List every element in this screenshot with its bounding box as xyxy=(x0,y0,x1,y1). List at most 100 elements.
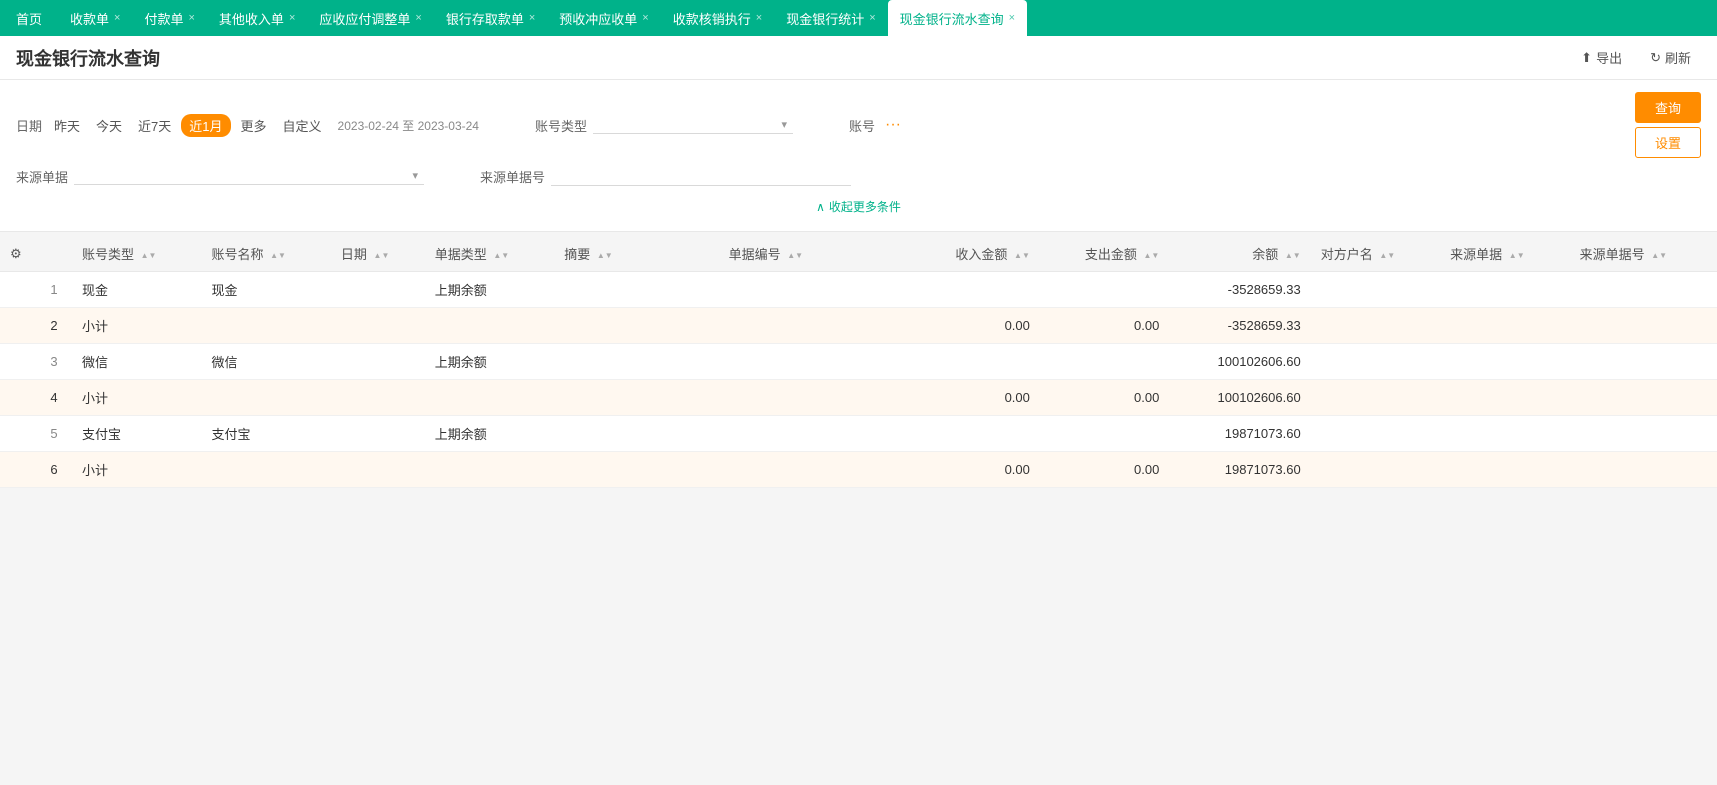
account-label: 账号 xyxy=(849,116,875,135)
source-doc-no-cell xyxy=(1570,416,1717,452)
close-icon-0[interactable]: × xyxy=(114,12,120,24)
close-icon-7[interactable]: × xyxy=(869,12,875,24)
date-today[interactable]: 今天 xyxy=(90,114,128,137)
refresh-icon: ↻ xyxy=(1650,50,1661,66)
table-row[interactable]: 6小计0.000.0019871073.60 xyxy=(0,452,1717,488)
income-cell xyxy=(910,272,1039,308)
th-gear: ⚙ xyxy=(0,236,36,272)
table-row[interactable]: 4小计0.000.00100102606.60 xyxy=(0,380,1717,416)
date-7days[interactable]: 近7天 xyxy=(132,114,177,137)
no-cell: 5 xyxy=(36,416,72,452)
table-row[interactable]: 1现金现金上期余额-3528659.33 xyxy=(0,272,1717,308)
source-doc-no-cell xyxy=(1570,272,1717,308)
close-icon-4[interactable]: × xyxy=(529,12,535,24)
filter-row-2: 来源单据 ▾ 来源单据号 xyxy=(16,166,1701,186)
date-cell xyxy=(331,380,425,416)
refresh-button[interactable]: ↻ 刷新 xyxy=(1640,44,1701,71)
nav-tab-0[interactable]: 收款单 × xyxy=(58,0,132,36)
chevron-down-icon-2: ▾ xyxy=(412,169,418,182)
date-cell xyxy=(331,344,425,380)
top-nav: 首页 收款单 × 付款单 × 其他收入单 × 应收应付调整单 × 银行存取款单 … xyxy=(0,0,1717,36)
table-row[interactable]: 3微信微信上期余额100102606.60 xyxy=(0,344,1717,380)
query-button[interactable]: 查询 xyxy=(1635,92,1701,123)
account-type-label: 账号类型 xyxy=(535,116,587,135)
export-button[interactable]: ⬆ 导出 xyxy=(1571,44,1632,71)
close-icon-8[interactable]: × xyxy=(1009,12,1015,24)
nav-home[interactable]: 首页 xyxy=(0,0,58,36)
source-doc-no-cell xyxy=(1570,452,1717,488)
source-doc-no-cell xyxy=(1570,344,1717,380)
gear-icon[interactable]: ⚙ xyxy=(10,246,22,261)
nav-tab-4[interactable]: 银行存取款单 × xyxy=(434,0,547,36)
sort-icon-source-doc-no[interactable]: ▲▼ xyxy=(1651,251,1667,260)
sort-icon-doc-no[interactable]: ▲▼ xyxy=(787,251,803,260)
dots-button[interactable]: ··· xyxy=(881,116,905,134)
expense-cell: 0.00 xyxy=(1040,380,1169,416)
expense-cell xyxy=(1040,416,1169,452)
account-name-cell xyxy=(201,308,330,344)
balance-cell: 100102606.60 xyxy=(1169,380,1310,416)
th-expense: 支出金额 ▲▼ xyxy=(1040,236,1169,272)
source-doc-no-label: 来源单据号 xyxy=(480,167,545,186)
date-label: 日期 xyxy=(16,116,42,135)
gear-cell xyxy=(0,344,36,380)
sort-icon-balance[interactable]: ▲▼ xyxy=(1285,251,1301,260)
sort-icon-income[interactable]: ▲▼ xyxy=(1014,251,1030,260)
nav-tab-6[interactable]: 收款核销执行 × xyxy=(661,0,774,36)
nav-tab-7[interactable]: 现金银行统计 × xyxy=(774,0,887,36)
expense-cell: 0.00 xyxy=(1040,452,1169,488)
nav-tab-2[interactable]: 其他收入单 × xyxy=(207,0,307,36)
collapse-bar[interactable]: ∧ 收起更多条件 xyxy=(16,194,1701,219)
th-no xyxy=(36,236,72,272)
account-name-cell: 支付宝 xyxy=(201,416,330,452)
account-filter: 账号 ··· xyxy=(849,116,905,135)
counterparty-cell xyxy=(1311,272,1440,308)
table-row[interactable]: 5支付宝支付宝上期余额19871073.60 xyxy=(0,416,1717,452)
close-icon-2[interactable]: × xyxy=(289,12,295,24)
th-account-name: 账号名称 ▲▼ xyxy=(201,236,330,272)
sort-icon-doc-type[interactable]: ▲▼ xyxy=(493,251,509,260)
account-type-select[interactable]: ▾ xyxy=(593,116,793,134)
close-icon-5[interactable]: × xyxy=(642,12,648,24)
sort-icon-source-doc[interactable]: ▲▼ xyxy=(1509,251,1525,260)
button-group: 查询 设置 xyxy=(1635,92,1701,158)
doc-no-cell xyxy=(719,344,911,380)
data-table: ⚙ 账号类型 ▲▼ 账号名称 ▲▼ 日期 ▲▼ 单据类型 ▲▼ xyxy=(0,236,1717,488)
sort-icon-summary[interactable]: ▲▼ xyxy=(597,251,613,260)
summary-cell xyxy=(554,452,718,488)
source-doc-no-cell xyxy=(1570,380,1717,416)
th-summary: 摘要 ▲▼ xyxy=(554,236,718,272)
nav-tab-3[interactable]: 应收应付调整单 × xyxy=(307,0,433,36)
source-doc-cell xyxy=(1440,272,1569,308)
close-icon-1[interactable]: × xyxy=(188,12,194,24)
source-doc-select[interactable]: ▾ xyxy=(74,167,424,185)
th-source-doc-no: 来源单据号 ▲▼ xyxy=(1570,236,1717,272)
nav-tab-5[interactable]: 预收冲应收单 × xyxy=(547,0,660,36)
source-doc-no-input[interactable] xyxy=(551,166,851,186)
settings-button[interactable]: 设置 xyxy=(1635,127,1701,158)
date-custom[interactable]: 自定义 xyxy=(277,114,328,137)
account-name-cell: 微信 xyxy=(201,344,330,380)
sort-icon-account-type[interactable]: ▲▼ xyxy=(141,251,157,260)
summary-cell xyxy=(554,272,718,308)
close-icon-6[interactable]: × xyxy=(756,12,762,24)
nav-tab-1[interactable]: 付款单 × xyxy=(132,0,206,36)
date-1month[interactable]: 近1月 xyxy=(181,114,230,137)
date-more[interactable]: 更多 xyxy=(235,114,273,137)
sort-icon-account-name[interactable]: ▲▼ xyxy=(270,251,286,260)
close-icon-3[interactable]: × xyxy=(415,12,421,24)
table-row[interactable]: 2小计0.000.00-3528659.33 xyxy=(0,308,1717,344)
gear-cell xyxy=(0,380,36,416)
no-cell: 3 xyxy=(36,344,72,380)
date-yesterday[interactable]: 昨天 xyxy=(48,114,86,137)
balance-cell: 100102606.60 xyxy=(1169,344,1310,380)
sort-icon-expense[interactable]: ▲▼ xyxy=(1144,251,1160,260)
sort-icon-date[interactable]: ▲▼ xyxy=(374,251,390,260)
gear-cell xyxy=(0,452,36,488)
date-cell xyxy=(331,416,425,452)
th-account-type: 账号类型 ▲▼ xyxy=(72,236,201,272)
source-doc-filter: 来源单据 ▾ xyxy=(16,167,424,186)
no-cell: 1 xyxy=(36,272,72,308)
sort-icon-counterparty[interactable]: ▲▼ xyxy=(1379,251,1395,260)
nav-tab-8[interactable]: 现金银行流水查询 × xyxy=(888,0,1027,36)
